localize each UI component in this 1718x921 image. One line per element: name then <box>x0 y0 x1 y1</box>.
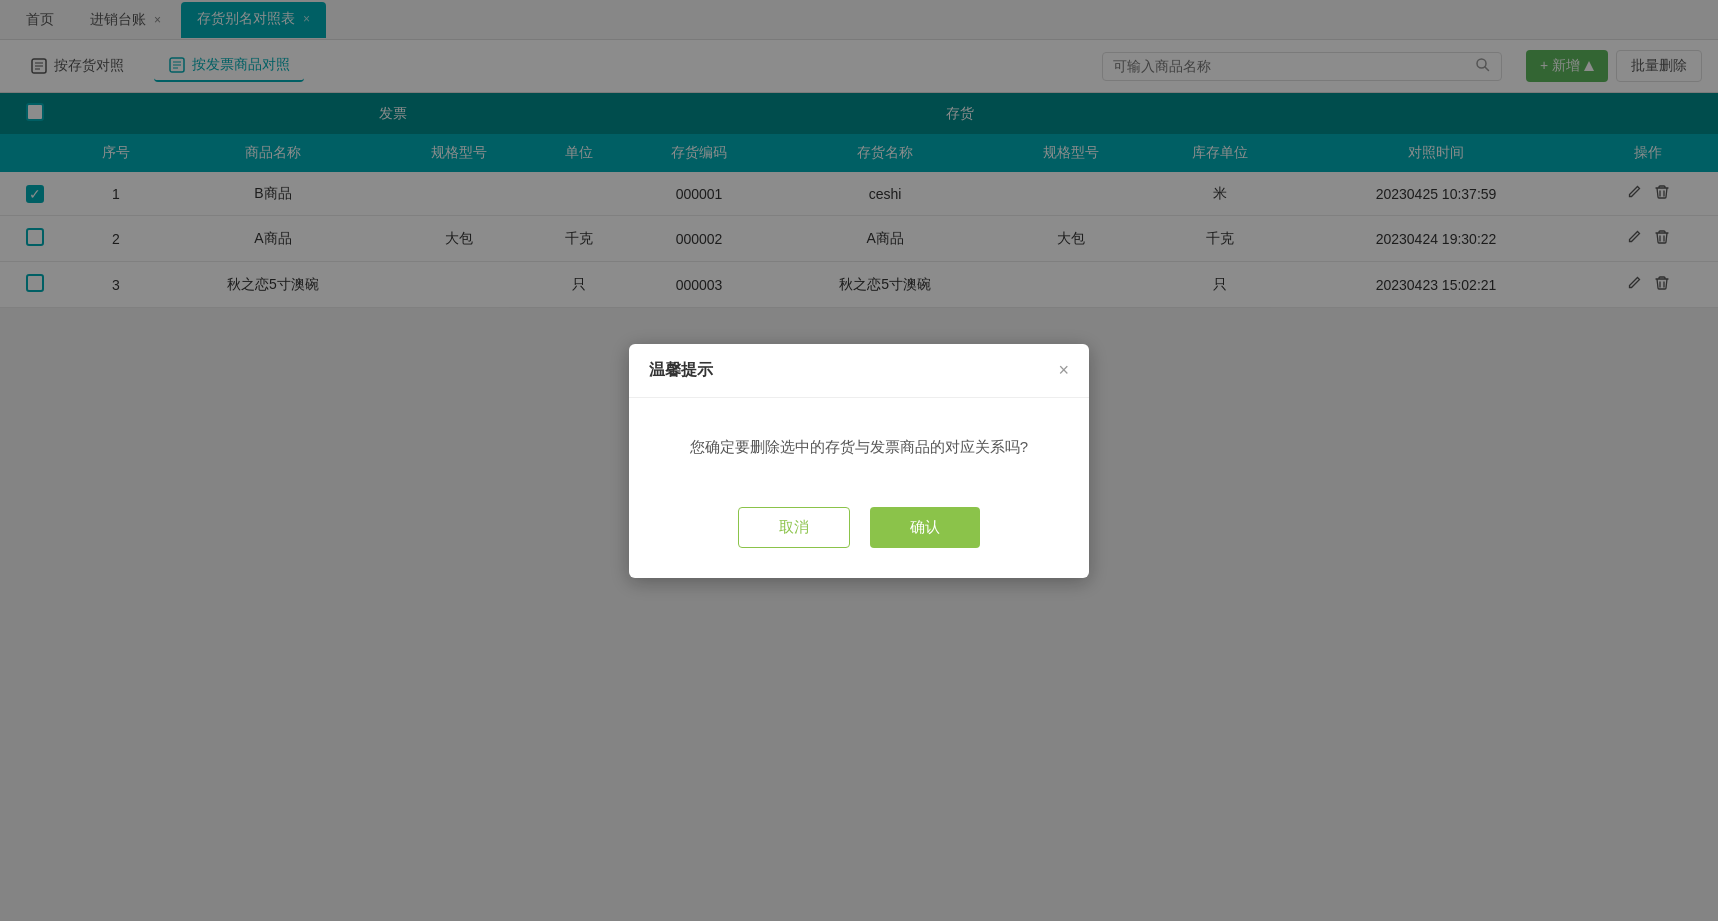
dialog-overlay: 温馨提示 × 您确定要删除选中的存货与发票商品的对应关系吗? 取消 确认 <box>0 0 1718 308</box>
